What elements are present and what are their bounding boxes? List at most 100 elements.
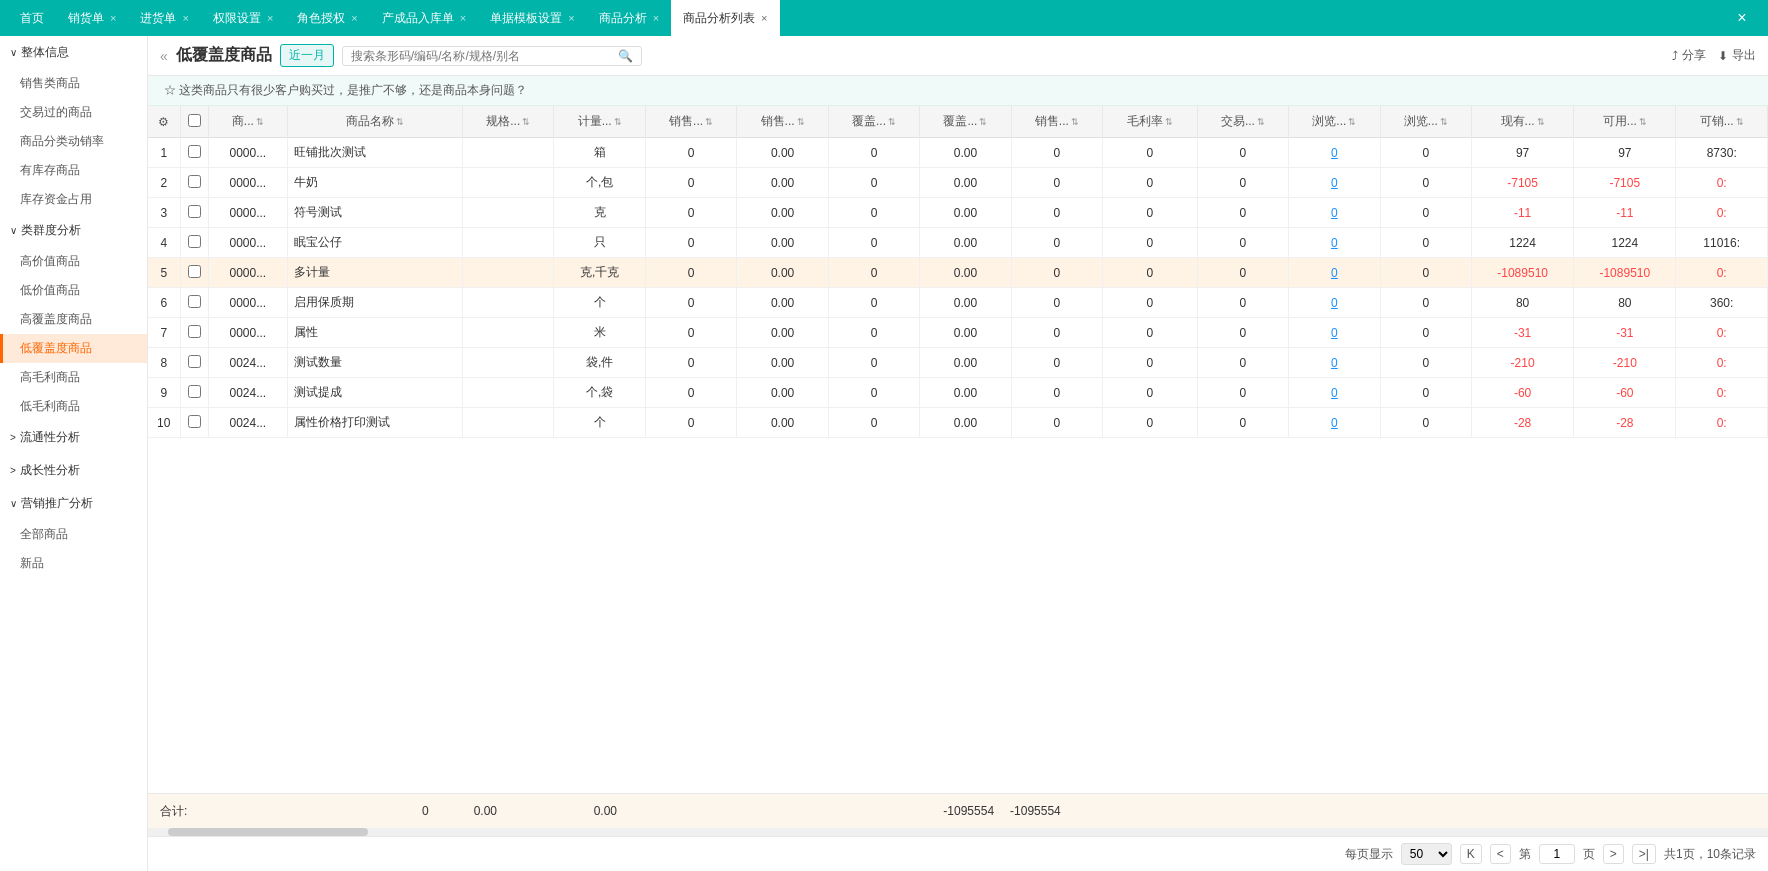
row-checkbox-cell[interactable] [180, 258, 208, 288]
row-checkbox-cell[interactable] [180, 138, 208, 168]
col-coverage1[interactable]: 覆盖...⇅ [828, 106, 919, 138]
first-page-button[interactable]: K [1460, 844, 1482, 864]
sidebar-section-marketing[interactable]: ∨ 营销推广分析 [0, 487, 147, 520]
sidebar-item-low-profit[interactable]: 低毛利商品 [0, 392, 147, 421]
share-button[interactable]: ⤴ 分享 [1672, 47, 1706, 64]
sidebar-item-stock-value[interactable]: 库存资金占用 [0, 185, 147, 214]
sidebar-item-category-rate[interactable]: 商品分类动销率 [0, 127, 147, 156]
row-browse1[interactable]: 0 [1289, 228, 1380, 258]
export-button[interactable]: ⬇ 导出 [1718, 47, 1756, 64]
nav-item-template[interactable]: 单据模板设置 × [478, 0, 586, 36]
col-name[interactable]: 商品名称⇅ [288, 106, 463, 138]
col-coverage2[interactable]: 覆盖...⇅ [920, 106, 1011, 138]
sidebar-section-cluster[interactable]: ∨ 类群度分析 [0, 214, 147, 247]
row-checkbox-cell[interactable] [180, 408, 208, 438]
col-sales-amt[interactable]: 销售...⇅ [737, 106, 828, 138]
row-checkbox-cell[interactable] [180, 168, 208, 198]
nav-close-all-button[interactable]: × [1724, 0, 1760, 36]
close-role-icon[interactable]: × [351, 12, 357, 24]
sidebar-item-low-value[interactable]: 低价值商品 [0, 276, 147, 305]
sidebar-item-high-value[interactable]: 高价值商品 [0, 247, 147, 276]
nav-item-purchase[interactable]: 进货单 × [128, 0, 200, 36]
row-checkbox[interactable] [188, 175, 201, 188]
row-checkbox-cell[interactable] [180, 318, 208, 348]
close-product-icon[interactable]: × [460, 12, 466, 24]
col-unit[interactable]: 计量...⇅ [554, 106, 645, 138]
col-spec[interactable]: 规格...⇅ [463, 106, 554, 138]
nav-item-sales[interactable]: 销货单 × [56, 0, 128, 36]
col-settings[interactable]: ⚙ [148, 106, 180, 138]
row-checkbox-cell[interactable] [180, 288, 208, 318]
row-name: 属性 [288, 318, 463, 348]
row-checkbox-cell[interactable] [180, 228, 208, 258]
sidebar-item-new-goods[interactable]: 新品 [0, 549, 147, 578]
row-checkbox-cell[interactable] [180, 348, 208, 378]
nav-item-home[interactable]: 首页 [8, 0, 56, 36]
col-code[interactable]: 商...⇅ [208, 106, 288, 138]
row-browse1[interactable]: 0 [1289, 288, 1380, 318]
row-browse1[interactable]: 0 [1289, 408, 1380, 438]
nav-item-product[interactable]: 产成品入库单 × [370, 0, 478, 36]
sidebar-item-in-stock[interactable]: 有库存商品 [0, 156, 147, 185]
col-gross-rate[interactable]: 毛利率⇅ [1103, 106, 1198, 138]
row-browse1[interactable]: 0 [1289, 138, 1380, 168]
close-analysis-list-icon[interactable]: × [761, 12, 767, 24]
row-checkbox[interactable] [188, 385, 201, 398]
row-checkbox[interactable] [188, 355, 201, 368]
row-browse1[interactable]: 0 [1289, 348, 1380, 378]
next-page-button[interactable]: > [1603, 844, 1624, 864]
nav-item-analysis[interactable]: 商品分析 × [587, 0, 671, 36]
row-checkbox[interactable] [188, 205, 201, 218]
sidebar-collapse-button[interactable]: « [160, 48, 168, 64]
col-checkbox[interactable] [180, 106, 208, 138]
sidebar-item-high-profit[interactable]: 高毛利商品 [0, 363, 147, 392]
search-input[interactable] [351, 49, 614, 63]
col-browse1[interactable]: 浏览...⇅ [1289, 106, 1380, 138]
sidebar-item-traded-goods[interactable]: 交易过的商品 [0, 98, 147, 127]
row-browse1[interactable]: 0 [1289, 198, 1380, 228]
horizontal-scrollbar[interactable] [148, 828, 1768, 836]
row-checkbox-cell[interactable] [180, 198, 208, 228]
close-sales-icon[interactable]: × [110, 12, 116, 24]
nav-item-analysis-list[interactable]: 商品分析列表 × [671, 0, 779, 36]
row-checkbox-cell[interactable] [180, 378, 208, 408]
row-browse1[interactable]: 0 [1289, 258, 1380, 288]
row-checkbox[interactable] [188, 415, 201, 428]
nav-item-role[interactable]: 角色授权 × [285, 0, 369, 36]
row-checkbox[interactable] [188, 325, 201, 338]
row-checkbox[interactable] [188, 145, 201, 158]
row-checkbox[interactable] [188, 295, 201, 308]
select-all-checkbox[interactable] [188, 114, 201, 127]
sidebar-item-sales-goods[interactable]: 销售类商品 [0, 69, 147, 98]
sidebar-item-high-coverage[interactable]: 高覆盖度商品 [0, 305, 147, 334]
page-size-select[interactable]: 50 100 200 [1401, 843, 1452, 865]
col-available[interactable]: 可用...⇅ [1574, 106, 1676, 138]
sidebar-section-flow[interactable]: > 流通性分析 [0, 421, 147, 454]
row-checkbox[interactable] [188, 265, 201, 278]
close-template-icon[interactable]: × [568, 12, 574, 24]
close-permission-icon[interactable]: × [267, 12, 273, 24]
col-saleable[interactable]: 可销...⇅ [1676, 106, 1768, 138]
sidebar-section-overview[interactable]: ∨ 整体信息 [0, 36, 147, 69]
sidebar-section-growth[interactable]: > 成长性分析 [0, 454, 147, 487]
col-sales-num[interactable]: 销售...⇅ [1011, 106, 1102, 138]
row-checkbox[interactable] [188, 235, 201, 248]
row-browse1[interactable]: 0 [1289, 318, 1380, 348]
col-trade[interactable]: 交易...⇅ [1197, 106, 1288, 138]
nav-item-permission[interactable]: 权限设置 × [201, 0, 285, 36]
close-purchase-icon[interactable]: × [182, 12, 188, 24]
sidebar-item-low-coverage[interactable]: 低覆盖度商品 [0, 334, 147, 363]
page-number-input[interactable] [1539, 844, 1575, 864]
last-page-button[interactable]: >| [1632, 844, 1656, 864]
row-browse1[interactable]: 0 [1289, 378, 1380, 408]
close-analysis-icon[interactable]: × [653, 12, 659, 24]
prev-page-button[interactable]: < [1490, 844, 1511, 864]
col-sales-qty[interactable]: 销售...⇅ [645, 106, 736, 138]
col-browse2[interactable]: 浏览...⇅ [1380, 106, 1471, 138]
row-browse1[interactable]: 0 [1289, 168, 1380, 198]
sidebar-item-all-goods[interactable]: 全部商品 [0, 520, 147, 549]
scrollbar-thumb[interactable] [168, 828, 368, 836]
row-no: 8 [148, 348, 180, 378]
filter-month-button[interactable]: 近一月 [280, 44, 334, 67]
col-current[interactable]: 现有...⇅ [1472, 106, 1574, 138]
